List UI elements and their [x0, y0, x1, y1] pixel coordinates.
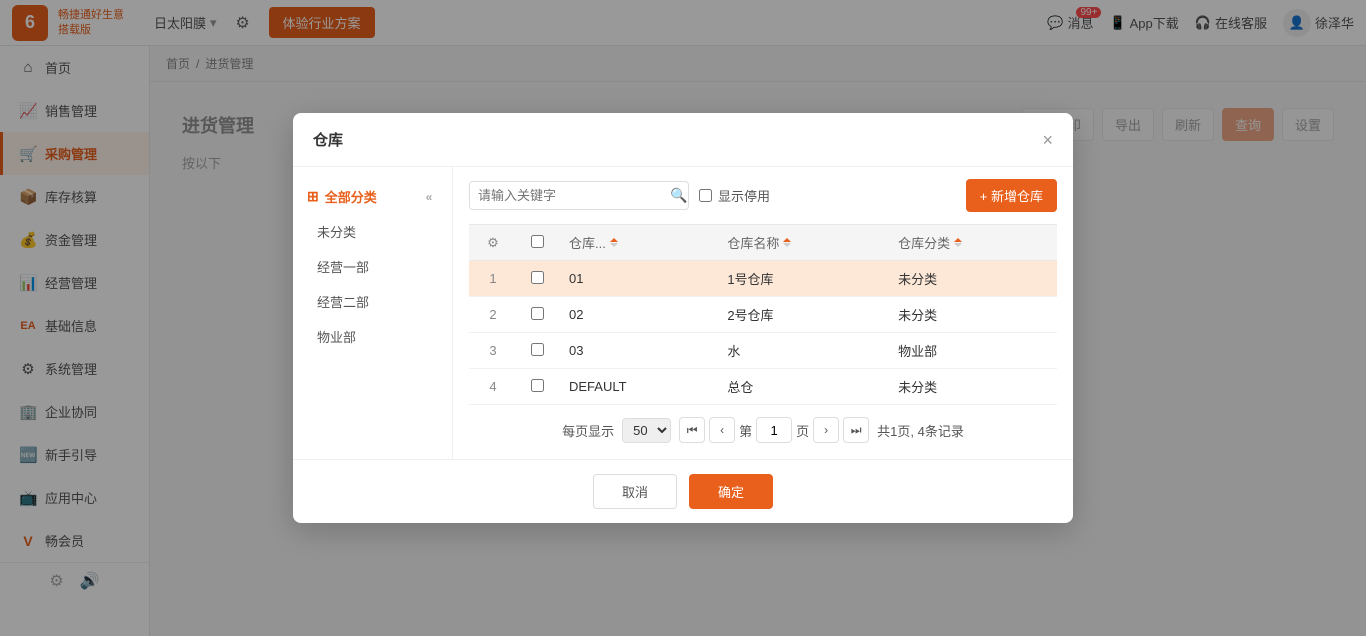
- row-category: 物业部: [886, 333, 1057, 369]
- select-all-checkbox[interactable]: [531, 235, 544, 248]
- prev-page-btn[interactable]: ‹: [709, 417, 735, 443]
- modal-overlay: 仓库 × ⊞ 全部分类 « 未分类 经营一部 经营二部 物业部: [0, 0, 1366, 636]
- row-category: 未分类: [886, 369, 1057, 405]
- page-number-input[interactable]: [756, 417, 792, 443]
- cat-item-unclassified[interactable]: 未分类: [293, 214, 452, 249]
- sort-up-icon: [954, 238, 962, 242]
- per-page-select[interactable]: 50: [622, 418, 671, 443]
- table-row[interactable]: 1 01 1号仓库 未分类: [469, 261, 1057, 297]
- grid-icon: ⊞: [307, 188, 319, 205]
- row-index: 3: [469, 333, 517, 369]
- row-index: 2: [469, 297, 517, 333]
- per-page-label: 每页显示: [562, 421, 614, 440]
- sort-name[interactable]: 仓库名称: [727, 233, 874, 252]
- row-checkbox: [517, 297, 557, 333]
- cancel-button[interactable]: 取消: [593, 474, 677, 509]
- row-select-checkbox[interactable]: [531, 307, 544, 320]
- sort-down-icon: [610, 243, 618, 247]
- sort-up-icon: [783, 238, 791, 242]
- category-sidebar: ⊞ 全部分类 « 未分类 经营一部 经营二部 物业部: [293, 167, 453, 459]
- col-settings[interactable]: ⚙: [469, 225, 517, 261]
- row-category: 未分类: [886, 261, 1057, 297]
- row-checkbox: [517, 369, 557, 405]
- sort-up-icon: [610, 238, 618, 242]
- search-icon[interactable]: 🔍: [662, 187, 689, 204]
- search-input[interactable]: [470, 182, 662, 209]
- row-select-checkbox[interactable]: [531, 379, 544, 392]
- row-checkbox: [517, 333, 557, 369]
- next-page-btn[interactable]: ›: [813, 417, 839, 443]
- cat-item-dept1[interactable]: 经营一部: [293, 249, 452, 284]
- modal-footer: 取消 确定: [293, 459, 1073, 523]
- last-page-btn[interactable]: ⏭: [843, 417, 869, 443]
- table-area: 🔍 显示停用 + 新增仓库 ⚙: [453, 167, 1073, 459]
- all-categories[interactable]: ⊞ 全部分类 «: [293, 179, 452, 214]
- row-name: 总仓: [715, 369, 886, 405]
- first-page-btn[interactable]: ⏮: [679, 417, 705, 443]
- confirm-button[interactable]: 确定: [689, 474, 773, 509]
- col-category: 仓库分类: [886, 225, 1057, 261]
- cat-item-property[interactable]: 物业部: [293, 319, 452, 354]
- page-nav: ⏮ ‹ 第 页 › ⏭: [679, 417, 869, 443]
- table-container: ⚙ 仓库...: [469, 224, 1057, 405]
- sort-down-icon: [954, 243, 962, 247]
- table-toolbar: 🔍 显示停用 + 新增仓库: [469, 179, 1057, 212]
- page-prefix: 第: [739, 421, 752, 440]
- show-disabled-checkbox[interactable]: [699, 189, 712, 202]
- sort-icon-name: [783, 238, 791, 247]
- row-name: 2号仓库: [715, 297, 886, 333]
- row-select-checkbox[interactable]: [531, 343, 544, 356]
- row-code: DEFAULT: [557, 369, 715, 405]
- table-body: 1 01 1号仓库 未分类 2 02 2号仓库: [469, 261, 1057, 405]
- row-checkbox: [517, 261, 557, 297]
- collapse-icon[interactable]: «: [420, 188, 438, 206]
- sort-category[interactable]: 仓库分类: [898, 233, 1045, 252]
- table-row[interactable]: 3 03 水 物业部: [469, 333, 1057, 369]
- pagination: 每页显示 50 ⏮ ‹ 第 页 › ⏭ 共1页, 4条记录: [469, 405, 1057, 447]
- row-name: 水: [715, 333, 886, 369]
- table-row[interactable]: 2 02 2号仓库 未分类: [469, 297, 1057, 333]
- row-category: 未分类: [886, 297, 1057, 333]
- total-info: 共1页, 4条记录: [877, 421, 964, 440]
- sort-icon-code: [610, 238, 618, 247]
- col-name: 仓库名称: [715, 225, 886, 261]
- modal-title: 仓库: [313, 129, 343, 150]
- search-wrap: 🔍: [469, 181, 689, 210]
- row-select-checkbox[interactable]: [531, 271, 544, 284]
- new-warehouse-btn[interactable]: + 新增仓库: [966, 179, 1057, 212]
- warehouse-table: ⚙ 仓库...: [469, 224, 1057, 405]
- page-suffix: 页: [796, 421, 809, 440]
- row-code: 02: [557, 297, 715, 333]
- table-header-row: ⚙ 仓库...: [469, 225, 1057, 261]
- row-name: 1号仓库: [715, 261, 886, 297]
- modal-body: ⊞ 全部分类 « 未分类 经营一部 经营二部 物业部 🔍: [293, 167, 1073, 459]
- row-code: 03: [557, 333, 715, 369]
- sort-icon-category: [954, 238, 962, 247]
- modal-close-button[interactable]: ×: [1042, 131, 1053, 149]
- sort-code[interactable]: 仓库...: [569, 233, 703, 252]
- row-index: 4: [469, 369, 517, 405]
- cat-item-dept2[interactable]: 经营二部: [293, 284, 452, 319]
- show-disabled-label: 显示停用: [699, 186, 770, 205]
- row-code: 01: [557, 261, 715, 297]
- sort-down-icon: [783, 243, 791, 247]
- warehouse-modal: 仓库 × ⊞ 全部分类 « 未分类 经营一部 经营二部 物业部: [293, 113, 1073, 523]
- col-code: 仓库...: [557, 225, 715, 261]
- table-head: ⚙ 仓库...: [469, 225, 1057, 261]
- modal-header: 仓库 ×: [293, 113, 1073, 167]
- table-row[interactable]: 4 DEFAULT 总仓 未分类: [469, 369, 1057, 405]
- row-index: 1: [469, 261, 517, 297]
- col-checkbox: [517, 225, 557, 261]
